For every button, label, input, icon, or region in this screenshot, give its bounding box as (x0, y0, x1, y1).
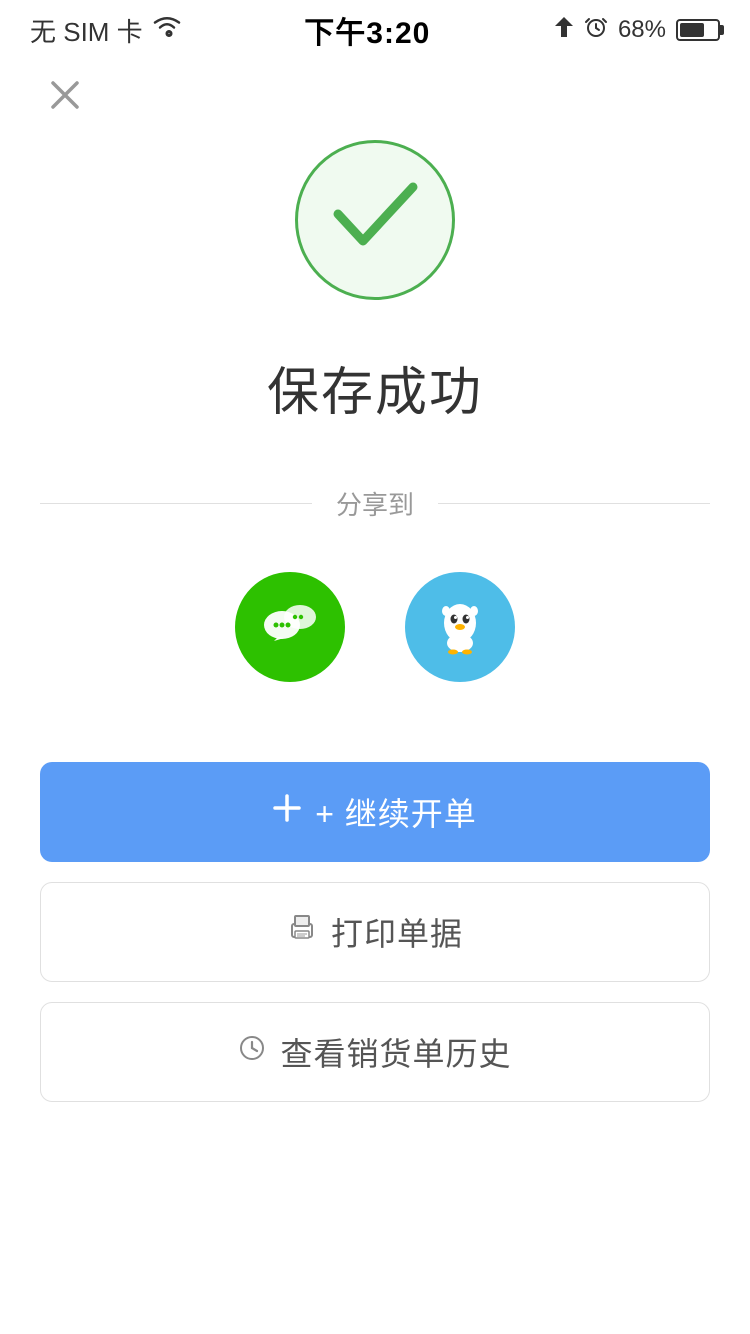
location-icon (554, 16, 574, 45)
success-icon-circle (295, 140, 455, 300)
alarm-icon (584, 15, 608, 46)
checkmark-icon (333, 179, 418, 262)
share-label: 分享到 (312, 485, 438, 522)
main-content: 保存成功 分享到 (0, 60, 750, 1102)
divider-right (438, 503, 710, 504)
action-buttons: + 继续开单 打印单据 (0, 762, 750, 1102)
wechat-share-button[interactable] (235, 572, 345, 682)
status-left: 无 SIM 卡 (30, 12, 181, 49)
continue-label: + 继续开单 (315, 789, 477, 835)
battery-icon (676, 19, 720, 41)
status-time: 下午3:20 (304, 8, 430, 52)
divider-left (40, 503, 312, 504)
print-label: 打印单据 (331, 909, 463, 955)
printer-icon (287, 914, 317, 950)
continue-button[interactable]: + 继续开单 (40, 762, 710, 862)
qq-share-button[interactable] (405, 572, 515, 682)
wifi-icon (153, 16, 181, 45)
carrier-text: 无 SIM 卡 (30, 12, 143, 49)
plus-icon (273, 794, 301, 830)
share-section: 分享到 (0, 485, 750, 522)
clock-icon (238, 1034, 266, 1070)
battery-percentage: 68% (618, 16, 666, 44)
status-right: 68% (554, 15, 720, 46)
history-button[interactable]: 查看销货单历史 (40, 1002, 710, 1102)
status-bar: 无 SIM 卡 下午3:20 68% (0, 0, 750, 60)
share-icons-row (235, 572, 515, 682)
history-label: 查看销货单历史 (280, 1029, 511, 1075)
success-title: 保存成功 (267, 350, 483, 425)
close-button[interactable] (40, 70, 90, 120)
print-button[interactable]: 打印单据 (40, 882, 710, 982)
